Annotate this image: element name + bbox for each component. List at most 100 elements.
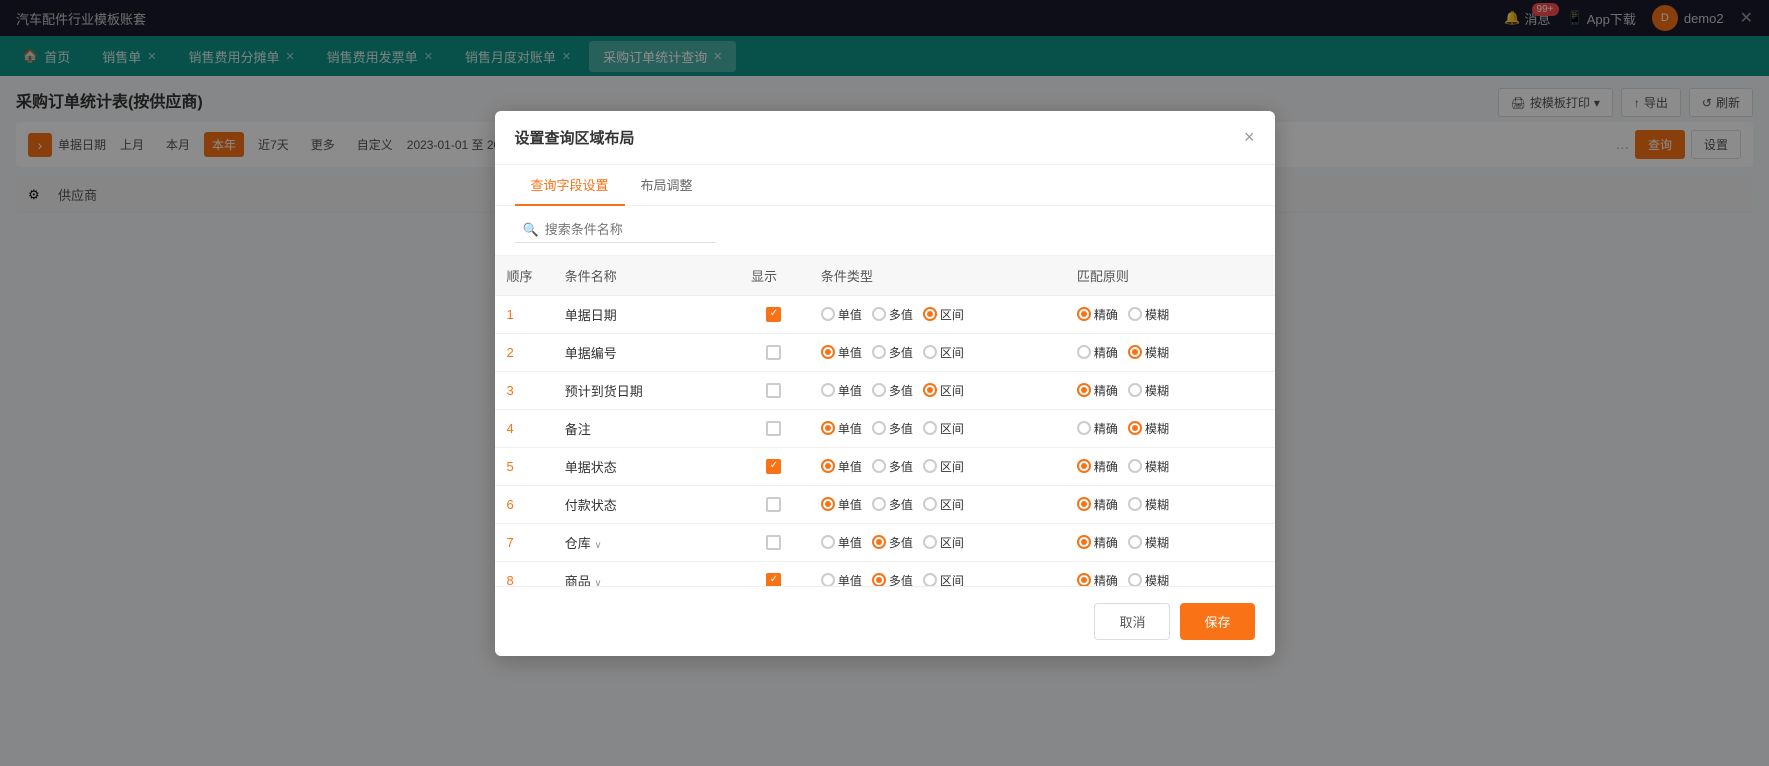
save-button[interactable]: 保存 xyxy=(1180,603,1254,640)
match-radio-模糊[interactable]: 模糊 xyxy=(1128,534,1169,551)
match-radio-精确[interactable]: 精确 xyxy=(1077,344,1118,361)
radio-circle xyxy=(1077,535,1091,549)
display-checkbox[interactable] xyxy=(766,307,781,322)
table-row: 5单据状态 单值多值区间 精确 模糊 xyxy=(495,447,1275,485)
table-header: 顺序 条件名称 显示 条件类型 匹配原则 xyxy=(495,256,1275,296)
radio-label: 区间 xyxy=(940,344,964,361)
row-name: 付款状态 xyxy=(553,485,739,523)
radio-label: 精确 xyxy=(1094,458,1118,475)
type-radio-多值[interactable]: 多值 xyxy=(872,420,913,437)
type-radio-单值[interactable]: 单值 xyxy=(821,496,862,513)
type-radio-多值[interactable]: 多值 xyxy=(872,496,913,513)
settings-modal: 设置查询区域布局 × 查询字段设置 布局调整 🔍 xyxy=(495,111,1275,656)
match-radio-group: 精确模糊 xyxy=(1077,344,1263,361)
type-radio-多值[interactable]: 多值 xyxy=(872,572,913,586)
radio-circle xyxy=(1077,573,1091,586)
radio-circle xyxy=(821,383,835,397)
type-radio-区间[interactable]: 区间 xyxy=(923,534,964,551)
radio-circle xyxy=(872,421,886,435)
type-radio-group: 单值多值区间 xyxy=(821,496,1053,513)
type-radio-单值[interactable]: 单值 xyxy=(821,458,862,475)
radio-label: 多值 xyxy=(889,306,913,323)
match-radio-精确[interactable]: 精确 xyxy=(1077,572,1118,586)
match-radio-精确[interactable]: 精确 xyxy=(1077,458,1118,475)
match-radio-精确[interactable]: 精确 xyxy=(1077,382,1118,399)
radio-label: 单值 xyxy=(838,306,862,323)
type-radio-单值[interactable]: 单值 xyxy=(821,344,862,361)
search-input[interactable] xyxy=(545,222,705,237)
display-checkbox[interactable] xyxy=(766,421,781,436)
type-radio-多值[interactable]: 多值 xyxy=(872,382,913,399)
radio-circle xyxy=(923,497,937,511)
radio-circle xyxy=(1128,345,1142,359)
row-order: 2 xyxy=(495,333,553,371)
radio-label: 精确 xyxy=(1094,572,1118,586)
cancel-button[interactable]: 取消 xyxy=(1094,603,1170,640)
radio-label: 多值 xyxy=(889,534,913,551)
type-radio-区间[interactable]: 区间 xyxy=(923,458,964,475)
match-radio-精确[interactable]: 精确 xyxy=(1077,534,1118,551)
search-icon: 🔍 xyxy=(523,222,539,238)
match-radio-模糊[interactable]: 模糊 xyxy=(1128,344,1169,361)
table-row: 2单据编号单值多值区间精确模糊 xyxy=(495,333,1275,371)
table-row: 7仓库 ∨单值多值区间精确模糊 xyxy=(495,523,1275,561)
match-radio-模糊[interactable]: 模糊 xyxy=(1128,496,1169,513)
radio-label: 精确 xyxy=(1094,382,1118,399)
display-checkbox[interactable] xyxy=(766,497,781,512)
match-radio-模糊[interactable]: 模糊 xyxy=(1128,458,1169,475)
tab-layout-adjust[interactable]: 布局调整 xyxy=(625,165,709,206)
display-checkbox[interactable] xyxy=(766,345,781,360)
modal-tabs: 查询字段设置 布局调整 xyxy=(495,165,1275,206)
radio-label: 多值 xyxy=(889,572,913,586)
display-checkbox[interactable] xyxy=(766,535,781,550)
match-radio-group: 精确模糊 xyxy=(1077,496,1263,513)
display-checkbox[interactable] xyxy=(766,383,781,398)
type-radio-多值[interactable]: 多值 xyxy=(872,344,913,361)
radio-label: 精确 xyxy=(1094,496,1118,513)
radio-circle xyxy=(923,345,937,359)
match-radio-精确[interactable]: 精确 xyxy=(1077,420,1118,437)
tab-query-fields-label: 查询字段设置 xyxy=(531,178,609,193)
type-radio-区间[interactable]: 区间 xyxy=(923,344,964,361)
radio-label: 单值 xyxy=(838,344,862,361)
display-checkbox[interactable] xyxy=(766,459,781,474)
radio-label: 精确 xyxy=(1094,534,1118,551)
radio-circle xyxy=(1128,421,1142,435)
settings-table: 顺序 条件名称 显示 条件类型 匹配原则 1单据日期单值多值区间精确模糊2单据编… xyxy=(495,256,1275,586)
type-radio-单值[interactable]: 单值 xyxy=(821,382,862,399)
tab-query-fields[interactable]: 查询字段设置 xyxy=(515,165,625,206)
type-radio-区间[interactable]: 区间 xyxy=(923,382,964,399)
type-radio-单值[interactable]: 单值 xyxy=(821,420,862,437)
table-row: 4备注单值多值区间精确模糊 xyxy=(495,409,1275,447)
type-radio-单值[interactable]: 单值 xyxy=(821,572,862,586)
type-radio-区间[interactable]: 区间 xyxy=(923,572,964,586)
match-radio-精确[interactable]: 精确 xyxy=(1077,496,1118,513)
type-radio-多值[interactable]: 多值 xyxy=(872,458,913,475)
row-name: 单据状态 xyxy=(553,447,739,485)
radio-circle xyxy=(1128,459,1142,473)
type-radio-区间[interactable]: 区间 xyxy=(923,420,964,437)
modal-search-area: 🔍 xyxy=(495,206,1275,256)
radio-circle xyxy=(872,345,886,359)
table-row: 1单据日期单值多值区间精确模糊 xyxy=(495,295,1275,333)
type-radio-多值[interactable]: 多值 xyxy=(872,306,913,323)
type-radio-多值[interactable]: 多值 xyxy=(872,534,913,551)
modal-header: 设置查询区域布局 × xyxy=(495,111,1275,165)
type-radio-单值[interactable]: 单值 xyxy=(821,534,862,551)
match-radio-精确[interactable]: 精确 xyxy=(1077,306,1118,323)
table-row: 3预计到货日期单值多值区间精确模糊 xyxy=(495,371,1275,409)
modal-overlay: 设置查询区域布局 × 查询字段设置 布局调整 🔍 xyxy=(0,0,1769,766)
match-radio-模糊[interactable]: 模糊 xyxy=(1128,572,1169,586)
match-radio-模糊[interactable]: 模糊 xyxy=(1128,420,1169,437)
match-radio-模糊[interactable]: 模糊 xyxy=(1128,306,1169,323)
radio-label: 模糊 xyxy=(1145,458,1169,475)
type-radio-区间[interactable]: 区间 xyxy=(923,306,964,323)
display-checkbox[interactable] xyxy=(766,573,781,586)
radio-circle xyxy=(1077,421,1091,435)
type-radio-区间[interactable]: 区间 xyxy=(923,496,964,513)
type-radio-group: 单值 多值区间 xyxy=(821,534,1053,551)
modal-close-button[interactable]: × xyxy=(1244,128,1255,146)
type-radio-单值[interactable]: 单值 xyxy=(821,306,862,323)
match-radio-模糊[interactable]: 模糊 xyxy=(1128,382,1169,399)
row-order: 5 xyxy=(495,447,553,485)
